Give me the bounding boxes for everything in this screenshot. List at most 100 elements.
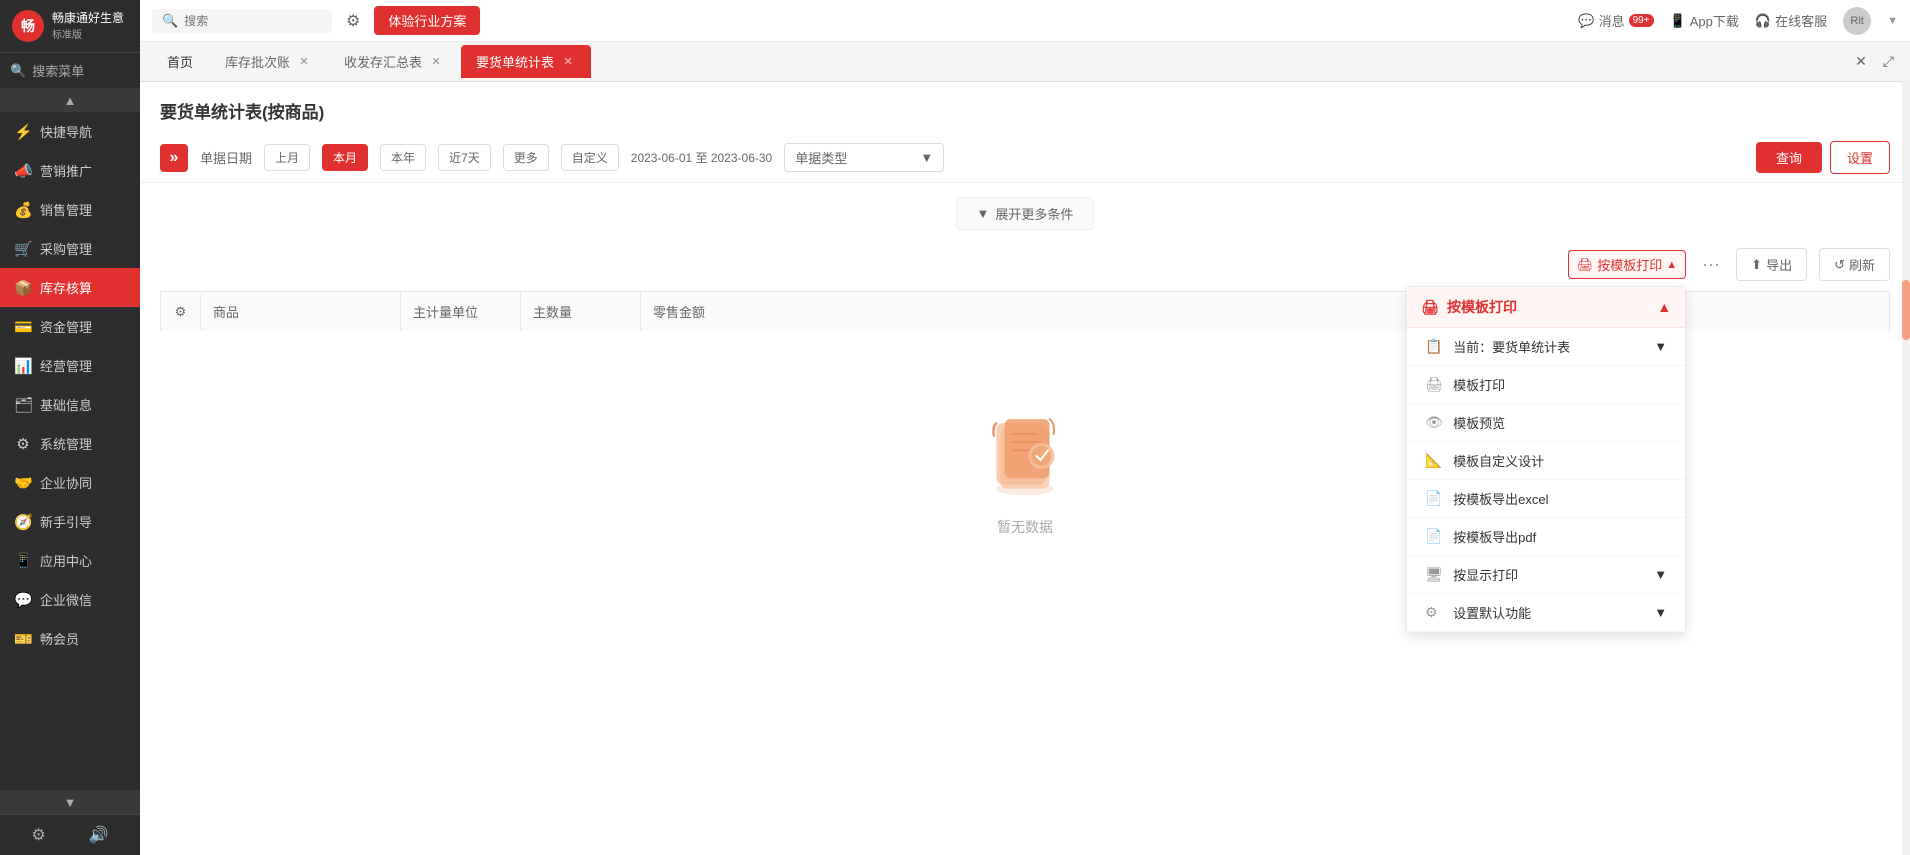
settings-icon: ⚙ bbox=[175, 304, 187, 319]
th-settings[interactable]: ⚙ bbox=[161, 294, 201, 330]
logo-badge: 标准版 bbox=[52, 26, 124, 41]
topbar-search[interactable]: 🔍 bbox=[152, 9, 332, 33]
logo-icon: 畅 bbox=[12, 10, 44, 42]
sound-bottom-icon[interactable]: 🔊 bbox=[89, 825, 109, 845]
prev-month-btn[interactable]: 上月 bbox=[264, 144, 310, 171]
empty-text: 暂无数据 bbox=[997, 517, 1053, 537]
sidebar-item-quick-nav[interactable]: ⚡ 快捷导航 bbox=[0, 112, 140, 151]
sidebar-item-guide[interactable]: 🧭 新手引导 bbox=[0, 502, 140, 541]
user-name-action[interactable]: ▼ bbox=[1887, 15, 1898, 27]
settings-button[interactable]: 设置 bbox=[1830, 141, 1890, 174]
custom-date-btn[interactable]: 自定义 bbox=[561, 144, 619, 171]
tab-close-collection-summary[interactable]: ✕ bbox=[428, 54, 444, 70]
message-action[interactable]: 💬 消息 99+ bbox=[1578, 11, 1653, 30]
topbar-search-icon: 🔍 bbox=[162, 13, 178, 29]
display-print-icon: 🖥 bbox=[1425, 566, 1443, 583]
sidebar-item-collab[interactable]: 🤝 企业协同 bbox=[0, 463, 140, 502]
chevron-right-icon: ▼ bbox=[1654, 339, 1667, 354]
tab-close-batch-account[interactable]: ✕ bbox=[296, 54, 312, 70]
sidebar-item-sales[interactable]: 💰 销售管理 bbox=[0, 190, 140, 229]
tab-batch-account[interactable]: 库存批次账 ✕ bbox=[210, 45, 327, 78]
current-month-btn[interactable]: 本月 bbox=[322, 144, 368, 171]
year-btn[interactable]: 本年 bbox=[380, 144, 426, 171]
filter-right-actions: 查询 设置 bbox=[1756, 141, 1890, 174]
tab-home[interactable]: 首页 bbox=[152, 45, 208, 78]
template-pdf-icon: 📄 bbox=[1425, 528, 1443, 545]
sidebar-item-inventory[interactable]: 📦 库存核算 bbox=[0, 268, 140, 307]
template-current-icon: 📋 bbox=[1425, 338, 1443, 355]
trial-button[interactable]: 体验行业方案 bbox=[374, 6, 480, 35]
system-icon: ⚙ bbox=[14, 435, 32, 453]
current-template-item[interactable]: 📋 当前：要货单统计表 ▼ bbox=[1407, 328, 1685, 366]
template-export-pdf-item[interactable]: 📄 按模板导出pdf bbox=[1407, 518, 1685, 556]
message-icon: 💬 bbox=[1578, 13, 1594, 29]
template-preview-icon: 👁 bbox=[1425, 414, 1443, 431]
sales-icon: 💰 bbox=[14, 201, 32, 219]
chevron-down-icon: ▼ bbox=[920, 150, 933, 165]
sidebar-item-system[interactable]: ⚙ 系统管理 bbox=[0, 424, 140, 463]
sidebar-item-purchase[interactable]: 🛒 采购管理 bbox=[0, 229, 140, 268]
refresh-icon: ↺ bbox=[1834, 257, 1845, 273]
collab-icon: 🤝 bbox=[14, 474, 32, 492]
inventory-icon: 📦 bbox=[14, 279, 32, 297]
sidebar-item-finance[interactable]: 💳 资金管理 bbox=[0, 307, 140, 346]
more-date-btn[interactable]: 更多 bbox=[503, 144, 549, 171]
topbar-actions: 💬 消息 99+ 📱 App下载 🎧 在线客服 Rit ▼ bbox=[1578, 7, 1898, 35]
expand-more-btn[interactable]: ▼ 展开更多条件 bbox=[956, 197, 1095, 230]
date-filter-label: 单据日期 bbox=[200, 148, 252, 167]
sidebar-item-member[interactable]: 🎫 畅会员 bbox=[0, 619, 140, 658]
display-print-section[interactable]: 🖥 按显示打印 ▼ bbox=[1407, 556, 1685, 594]
template-design-item[interactable]: 📐 模板自定义设计 bbox=[1407, 442, 1685, 480]
chevron-down-icon-expand: ▼ bbox=[977, 206, 990, 221]
default-setting-section[interactable]: ⚙ 设置默认功能 ▼ bbox=[1407, 594, 1685, 632]
print-template-btn[interactable]: 🖨 按模板打印 ▲ bbox=[1568, 250, 1686, 279]
sidebar: 畅 畅康通好生意 标准版 🔍 搜索菜单 ▲ ⚡ 快捷导航 📣 营销推广 💰 销售… bbox=[0, 0, 140, 855]
more-actions-btn[interactable]: ··· bbox=[1698, 254, 1724, 275]
template-design-icon: 📐 bbox=[1425, 452, 1443, 469]
empty-illustration bbox=[975, 411, 1075, 501]
sidebar-search[interactable]: 🔍 搜索菜单 bbox=[0, 53, 140, 88]
template-print-item[interactable]: 🖨 模板打印 bbox=[1407, 366, 1685, 404]
tab-expand-button[interactable]: ⤢ bbox=[1879, 49, 1898, 74]
tabbar: 首页 库存批次账 ✕ 收发存汇总表 ✕ 要货单统计表 ✕ ✕ ⤢ bbox=[140, 42, 1910, 82]
tab-bar-right: ✕ ⤢ bbox=[1851, 49, 1898, 74]
sidebar-item-basics[interactable]: 🗂 基础信息 bbox=[0, 385, 140, 424]
chevron-up-icon: ▲ bbox=[1657, 299, 1671, 315]
tab-close-order-summary[interactable]: ✕ bbox=[560, 54, 576, 70]
export-btn[interactable]: ⬆ 导出 bbox=[1736, 248, 1807, 281]
seven-days-btn[interactable]: 近7天 bbox=[438, 144, 491, 171]
query-button[interactable]: 查询 bbox=[1756, 142, 1822, 173]
printer-icon: 🖨 bbox=[1577, 257, 1594, 273]
template-export-excel-item[interactable]: 📄 按模板导出excel bbox=[1407, 480, 1685, 518]
operations-icon: 📊 bbox=[14, 357, 32, 375]
order-type-select[interactable]: 单据类型 ▼ bbox=[784, 143, 944, 172]
sidebar-bottom: ⚙ 🔊 bbox=[0, 814, 140, 855]
quick-nav-icon: ⚡ bbox=[14, 123, 32, 141]
search-icon: 🔍 bbox=[10, 63, 26, 79]
tab-order-summary[interactable]: 要货单统计表 ✕ bbox=[461, 45, 591, 78]
sidebar-item-wechat[interactable]: 💬 企业微信 bbox=[0, 580, 140, 619]
sidebar-item-operations[interactable]: 📊 经营管理 bbox=[0, 346, 140, 385]
content: 要货单统计表(按商品) » 单据日期 上月 本月 本年 近7天 更多 自定义 2… bbox=[140, 82, 1910, 855]
topbar-gear-icon[interactable]: ⚙ bbox=[342, 7, 364, 35]
sidebar-item-marketing[interactable]: 📣 营销推广 bbox=[0, 151, 140, 190]
scrollbar-thumb[interactable] bbox=[1902, 280, 1910, 340]
template-preview-item[interactable]: 👁 模板预览 bbox=[1407, 404, 1685, 442]
scroll-down-btn[interactable]: ▼ bbox=[0, 790, 140, 814]
settings-bottom-icon[interactable]: ⚙ bbox=[31, 825, 45, 845]
sidebar-nav: ⚡ 快捷导航 📣 营销推广 💰 销售管理 🛒 采购管理 📦 库存核算 💳 资金管… bbox=[0, 112, 140, 790]
avatar[interactable]: Rit bbox=[1843, 7, 1871, 35]
refresh-btn[interactable]: ↺ 刷新 bbox=[1819, 248, 1890, 281]
content-actions: 🖨 按模板打印 ▲ 🖨 按模板打印 ▲ bbox=[140, 238, 1910, 291]
scroll-up-btn[interactable]: ▲ bbox=[0, 88, 140, 112]
message-badge: 99+ bbox=[1629, 14, 1654, 27]
tab-close-all-button[interactable]: ✕ bbox=[1851, 49, 1871, 74]
tab-collection-summary[interactable]: 收发存汇总表 ✕ bbox=[329, 45, 459, 78]
app-download-action[interactable]: 📱 App下载 bbox=[1670, 11, 1739, 30]
template-print-icon: 🖨 bbox=[1425, 376, 1443, 393]
search-input[interactable] bbox=[184, 14, 304, 28]
online-service-action[interactable]: 🎧 在线客服 bbox=[1755, 11, 1827, 30]
expand-btn[interactable]: » bbox=[160, 144, 188, 172]
finance-icon: 💳 bbox=[14, 318, 32, 336]
sidebar-item-apps[interactable]: 📱 应用中心 bbox=[0, 541, 140, 580]
